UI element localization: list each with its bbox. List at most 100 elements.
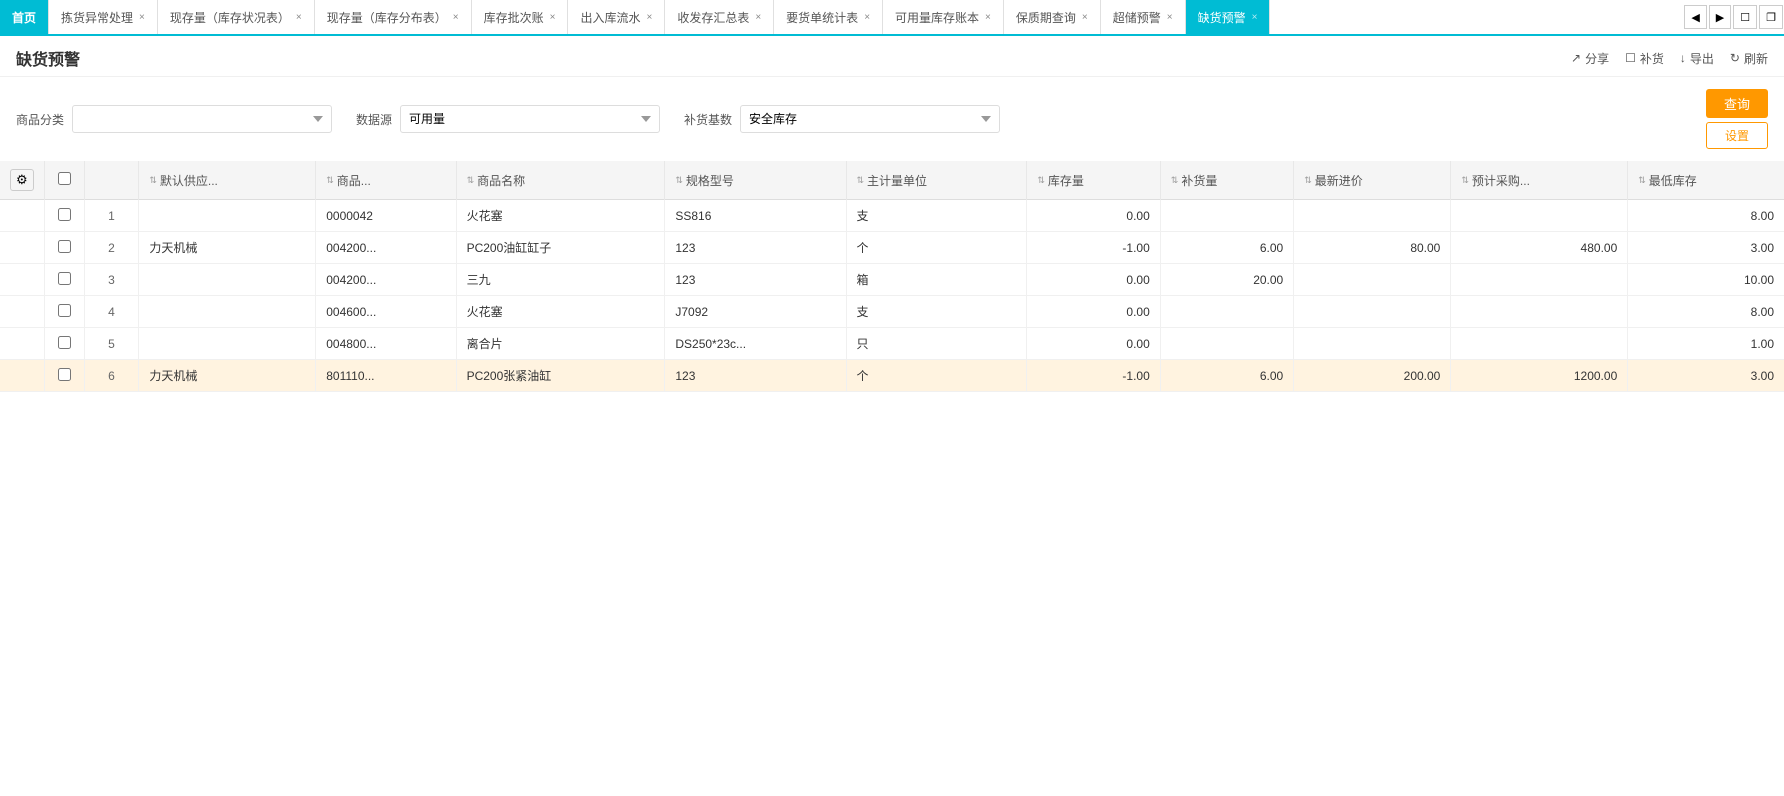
- tab-9-label: 保质期查询: [1016, 9, 1076, 26]
- sort-icon-3: ⇅: [467, 175, 475, 186]
- col-product-code-label: 商品...: [337, 172, 371, 189]
- row-spec-model: SS816: [665, 200, 846, 232]
- col-product-name-header[interactable]: ⇅ 商品名称: [456, 161, 665, 200]
- row-spec-model: DS250*23c...: [665, 328, 846, 360]
- row-checkbox-1[interactable]: [58, 240, 71, 253]
- datasource-select[interactable]: 可用量 库存量: [400, 105, 660, 133]
- tab-next-button[interactable]: ▶: [1709, 5, 1731, 29]
- tab-window-button[interactable]: ☐: [1733, 5, 1757, 29]
- row-checkbox-2[interactable]: [58, 272, 71, 285]
- tab-home-label: 首页: [12, 9, 36, 26]
- tab-3[interactable]: 现存量（库存分布表） ×: [315, 0, 472, 34]
- tab-7[interactable]: 要货单统计表 ×: [774, 0, 883, 34]
- query-button[interactable]: 查询: [1706, 89, 1768, 118]
- replenish-action[interactable]: ☐ 补货: [1625, 50, 1664, 67]
- col-checkbox-header[interactable]: [44, 161, 84, 200]
- row-checkbox-0[interactable]: [58, 208, 71, 221]
- tab-5[interactable]: 出入库流水 ×: [568, 0, 665, 34]
- tab-7-close[interactable]: ×: [864, 12, 870, 23]
- col-supplier-header[interactable]: ⇅ 默认供应...: [139, 161, 316, 200]
- row-checkbox-cell[interactable]: [44, 232, 84, 264]
- col-product-code-header[interactable]: ⇅ 商品...: [316, 161, 456, 200]
- tab-1-close[interactable]: ×: [139, 12, 145, 23]
- row-min-stock: 8.00: [1628, 200, 1784, 232]
- row-checkbox-cell[interactable]: [44, 328, 84, 360]
- table-row[interactable]: 6 力天机械 801110... PC200张紧油缸 123 个 -1.00 6…: [0, 360, 1784, 392]
- table-row[interactable]: 1 0000042 火花塞 SS816 支 0.00 8.00: [0, 200, 1784, 232]
- col-stock-header[interactable]: ⇅ 库存量: [1027, 161, 1160, 200]
- row-checkbox-4[interactable]: [58, 336, 71, 349]
- row-product-code: 004200...: [316, 232, 456, 264]
- col-gear-header[interactable]: ⚙: [0, 161, 44, 200]
- col-replenish-label: 补货量: [1181, 172, 1217, 189]
- table-row[interactable]: 4 004600... 火花塞 J7092 支 0.00 8.00: [0, 296, 1784, 328]
- select-all-checkbox[interactable]: [58, 172, 71, 185]
- tab-5-label: 出入库流水: [580, 9, 640, 26]
- tab-6-close[interactable]: ×: [755, 12, 761, 23]
- tab-prev-button[interactable]: ◀: [1684, 5, 1706, 29]
- col-min-stock-header[interactable]: ⇅ 最低库存: [1628, 161, 1784, 200]
- tab-11-close[interactable]: ×: [1252, 12, 1258, 23]
- row-checkbox-cell[interactable]: [44, 200, 84, 232]
- row-number: 4: [84, 296, 139, 328]
- table-row[interactable]: 5 004800... 离合片 DS250*23c... 只 0.00 1.00: [0, 328, 1784, 360]
- row-replenish-qty: [1160, 328, 1293, 360]
- row-checkbox-cell[interactable]: [44, 296, 84, 328]
- row-checkbox-cell[interactable]: [44, 264, 84, 296]
- category-select[interactable]: [72, 105, 332, 133]
- export-action[interactable]: ↓ 导出: [1680, 50, 1714, 67]
- tab-1[interactable]: 拣货异常处理 ×: [49, 0, 158, 34]
- table-row[interactable]: 3 004200... 三九 123 箱 0.00 20.00 10.00: [0, 264, 1784, 296]
- tab-6[interactable]: 收发存汇总表 ×: [665, 0, 774, 34]
- tab-10-close[interactable]: ×: [1167, 12, 1173, 23]
- row-checkbox-5[interactable]: [58, 368, 71, 381]
- col-replenish-header[interactable]: ⇅ 补货量: [1160, 161, 1293, 200]
- replenish-base-select[interactable]: 安全库存 最低库存: [740, 105, 1000, 133]
- row-est-purchase: 480.00: [1451, 232, 1628, 264]
- tab-2-close[interactable]: ×: [296, 12, 302, 23]
- row-unit: 支: [846, 200, 1027, 232]
- settings-button[interactable]: 设置: [1706, 122, 1768, 149]
- row-spec-model: 123: [665, 264, 846, 296]
- row-checkbox-3[interactable]: [58, 304, 71, 317]
- col-unit-label: 主计量单位: [867, 172, 927, 189]
- row-latest-price: [1294, 296, 1451, 328]
- tab-9-close[interactable]: ×: [1082, 12, 1088, 23]
- tab-3-close[interactable]: ×: [453, 12, 459, 23]
- refresh-action[interactable]: ↻ 刷新: [1730, 50, 1768, 67]
- share-action[interactable]: ↗ 分享: [1571, 50, 1609, 67]
- tab-9[interactable]: 保质期查询 ×: [1004, 0, 1101, 34]
- sort-icon-4: ⇅: [675, 175, 683, 186]
- tab-8[interactable]: 可用量库存账本 ×: [883, 0, 1004, 34]
- tab-4-close[interactable]: ×: [550, 12, 556, 23]
- category-filter-group: 商品分类: [16, 105, 332, 133]
- row-spec-model: 123: [665, 360, 846, 392]
- row-number: 1: [84, 200, 139, 232]
- tab-5-close[interactable]: ×: [646, 12, 652, 23]
- sort-icon-2: ⇅: [326, 175, 334, 186]
- column-settings-button[interactable]: ⚙: [10, 169, 34, 191]
- col-est-purchase-header[interactable]: ⇅ 预计采购...: [1451, 161, 1628, 200]
- tab-2[interactable]: 现存量（库存状况表） ×: [158, 0, 315, 34]
- tab-4[interactable]: 库存批次账 ×: [472, 0, 569, 34]
- tab-fullscreen-button[interactable]: ❐: [1759, 5, 1783, 29]
- row-est-purchase: [1451, 296, 1628, 328]
- col-spec-header[interactable]: ⇅ 规格型号: [665, 161, 846, 200]
- datasource-label: 数据源: [356, 111, 392, 128]
- tab-10[interactable]: 超储预警 ×: [1101, 0, 1186, 34]
- row-gear-cell: [0, 232, 44, 264]
- tab-8-close[interactable]: ×: [985, 12, 991, 23]
- col-product-name-label: 商品名称: [477, 172, 525, 189]
- row-number: 5: [84, 328, 139, 360]
- header-actions: ↗ 分享 ☐ 补货 ↓ 导出 ↻ 刷新: [1571, 50, 1768, 67]
- row-checkbox-cell[interactable]: [44, 360, 84, 392]
- tab-11[interactable]: 缺货预警 ×: [1186, 0, 1271, 34]
- row-min-stock: 8.00: [1628, 296, 1784, 328]
- col-unit-header[interactable]: ⇅ 主计量单位: [846, 161, 1027, 200]
- row-est-purchase: 1200.00: [1451, 360, 1628, 392]
- tab-home[interactable]: 首页: [0, 0, 49, 34]
- row-spec-model: 123: [665, 232, 846, 264]
- col-latest-price-header[interactable]: ⇅ 最新进价: [1294, 161, 1451, 200]
- sort-icon-7: ⇅: [1171, 175, 1179, 186]
- table-row[interactable]: 2 力天机械 004200... PC200油缸缸子 123 个 -1.00 6…: [0, 232, 1784, 264]
